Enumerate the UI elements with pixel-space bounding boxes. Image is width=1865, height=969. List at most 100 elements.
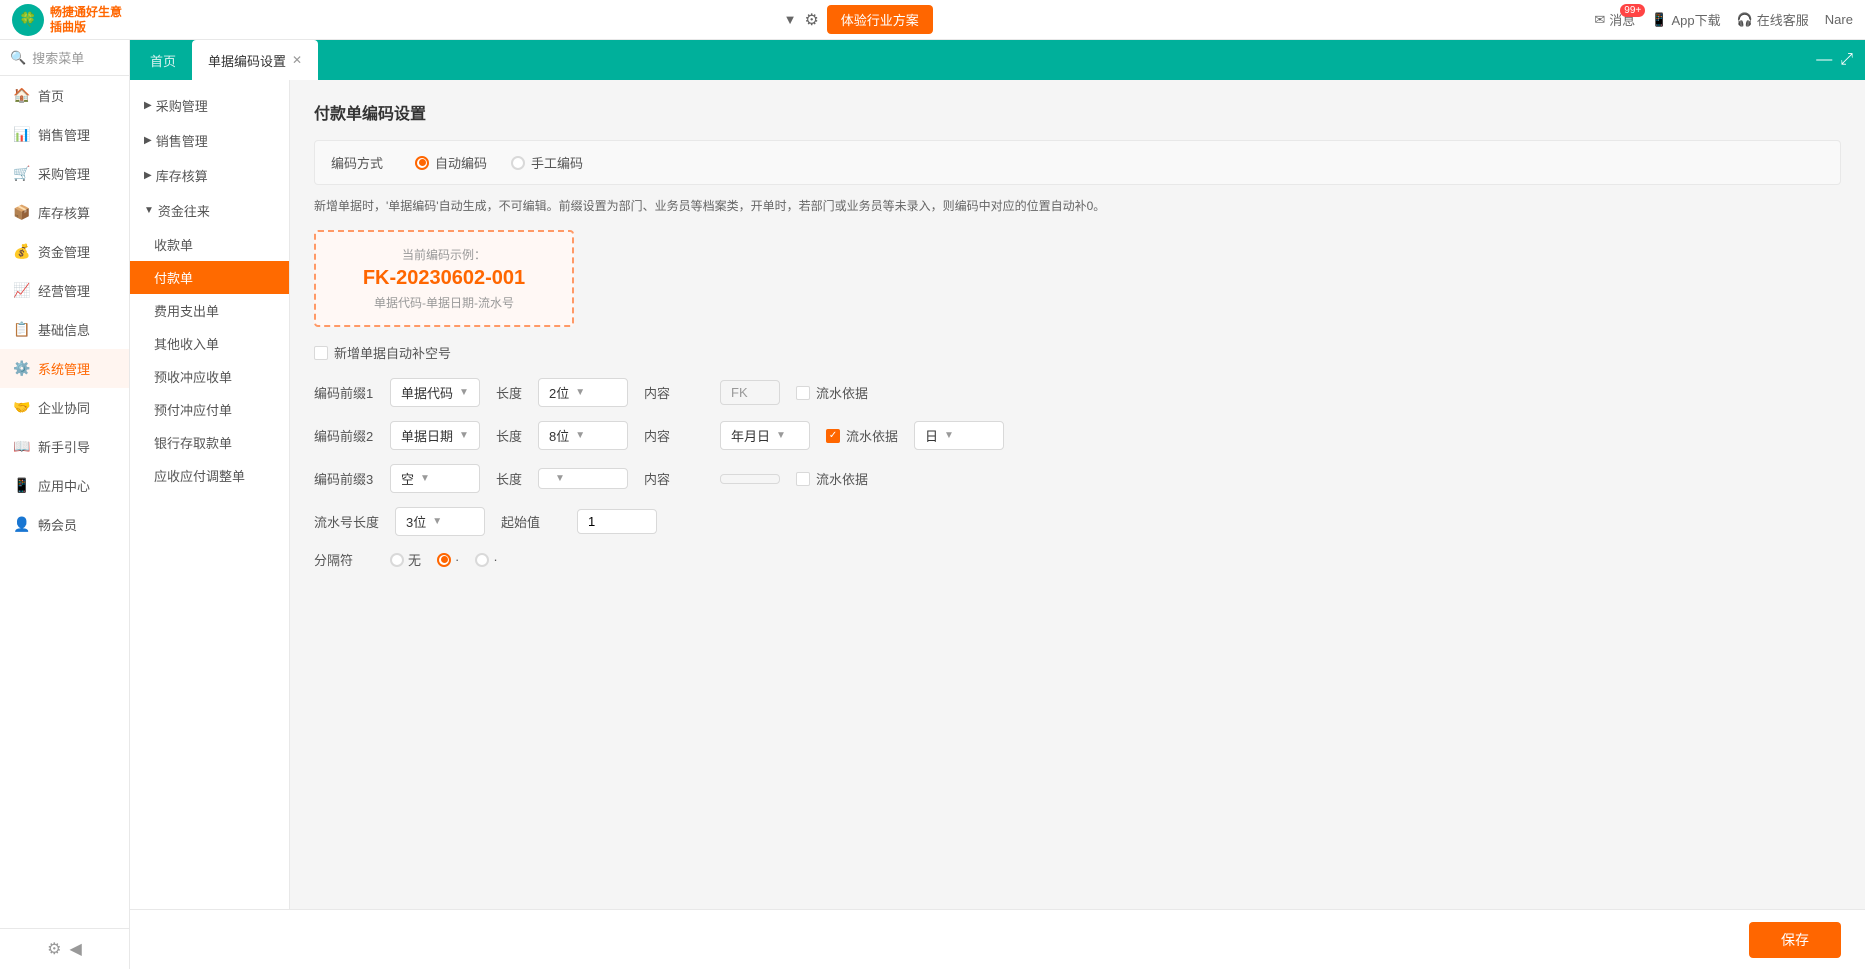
sidebar-item-member[interactable]: 👤 畅会员 [0,505,129,544]
serial-length-select[interactable]: 3位 ▼ [395,507,485,536]
sidebar-item-enterprise[interactable]: 🤝 企业协同 [0,388,129,427]
auto-fill-checkbox[interactable] [314,346,328,360]
tab-home[interactable]: 首页 [134,40,192,80]
prefix-3-stream-checkbox[interactable]: 流水依据 [796,469,868,488]
prefix-2-stream-checkbox[interactable]: ✓ 流水依据 [826,426,898,445]
prefix-3-length-select[interactable]: ▼ [538,468,628,489]
sub-item-adjustment[interactable]: 应收应付调整单 [130,459,289,492]
guide-icon: 📖 [14,439,30,455]
tab-minimize-icon[interactable]: — [1816,51,1832,69]
sub-item-bank[interactable]: 银行存取款单 [130,426,289,459]
sidebar-item-inventory[interactable]: 📦 库存核算 [0,193,129,232]
prefix-1-select[interactable]: 单据代码 ▼ [390,378,480,407]
start-value-input[interactable] [577,509,657,534]
user-avatar[interactable]: Nare [1825,12,1853,27]
prefix-1-length-select[interactable]: 2位 ▼ [538,378,628,407]
member-icon: 👤 [14,517,30,533]
radio-manual-indicator [511,156,525,170]
sep-dot1-radio[interactable]: · [437,552,459,567]
prefix-1-stream-checkbox-indicator [796,386,810,400]
radio-manual[interactable]: 手工编码 [511,153,583,172]
preview-desc: 单据代码-单据日期-流水号 [336,294,552,311]
sidebar-item-home[interactable]: 🏠 首页 [0,76,129,115]
tab-bar-actions: — ⤢ [1816,51,1861,69]
sep-dot1-indicator [437,553,451,567]
save-button[interactable]: 保存 [1749,922,1841,958]
sep-dot2-radio[interactable]: · [475,552,497,567]
sidebar-item-system[interactable]: ⚙️ 系统管理 [0,349,129,388]
prefix-3-content-input [720,474,780,484]
sub-item-prepay-payable[interactable]: 预付冲应付单 [130,393,289,426]
prefix-1-label: 编码前缀1 [314,383,374,402]
sub-group-purchase: ▶ 采购管理 [130,88,289,123]
sidebar-item-guide[interactable]: 📖 新手引导 [0,427,129,466]
sub-item-other-income[interactable]: 其他收入单 [130,327,289,360]
bottom-bar: 保存 [130,909,1865,969]
sidebar-item-finance[interactable]: 💰 资金管理 [0,232,129,271]
prefix-2-stream-unit-select[interactable]: 日 ▼ [914,421,1004,450]
sub-item-expense[interactable]: 费用支出单 [130,294,289,327]
page-title: 付款单编码设置 [314,100,1841,124]
prefix-1-content-input: FK [720,380,780,405]
serial-row: 流水号长度 3位 ▼ 起始值 [314,507,1841,536]
sub-item-prepay-receivable[interactable]: 预收冲应收单 [130,360,289,393]
tab-area: 首页 单据编码设置 ✕ — ⤢ ▶ 采购管理 [130,40,1865,969]
sub-group-inventory-title[interactable]: ▶ 库存核算 [130,158,289,193]
prefix-3-length-label: 长度 [496,469,522,488]
prefix-2-content-select[interactable]: 年月日 ▼ [720,421,810,450]
sub-item-receipt[interactable]: 收款单 [130,228,289,261]
main-layout: 🔍 搜索菜单 🏠 首页 📊 销售管理 🛒 采购管理 📦 库存核算 💰 资金管理 … [0,40,1865,969]
auto-fill-row[interactable]: 新增单据自动补空号 [314,343,1841,362]
prefix-3-label: 编码前缀3 [314,469,374,488]
sep-none-radio[interactable]: 无 [390,550,421,569]
prefix-2-length-label: 长度 [496,426,522,445]
nav-dropdown[interactable]: ▼ [784,12,797,27]
trial-button[interactable]: 体验行业方案 [827,5,933,34]
sidebar-item-sales[interactable]: 📊 销售管理 [0,115,129,154]
prefix-1-content-label: 内容 [644,383,704,402]
sub-group-capital: ▼ 资金往来 收款单 付款单 费用支出单 其他收入单 预收冲应收单 预付冲应付单… [130,193,289,492]
collapse-icon[interactable]: ◀ [70,939,82,959]
separator-radio-group: 无 · · [390,550,498,569]
preview-label: 当前编码示例： [336,246,552,263]
prefix-row-3: 编码前缀3 空 ▼ 长度 ▼ 内容 [314,464,1841,493]
prefix-3-select[interactable]: 空 ▼ [390,464,480,493]
prefix-2-length-select[interactable]: 8位 ▼ [538,421,628,450]
radio-auto[interactable]: 自动编码 [415,153,487,172]
sub-group-sales: ▶ 销售管理 [130,123,289,158]
sidebar-item-basic[interactable]: 📋 基础信息 [0,310,129,349]
sep-dot2-indicator [475,553,489,567]
settings-icon[interactable]: ⚙ [804,10,818,30]
logo-icon: 🍀 [12,4,44,36]
message-button[interactable]: ✉ 消息 99+ [1594,10,1635,29]
sidebar-search[interactable]: 🔍 搜索菜单 [0,40,129,76]
prefix-1-stream-checkbox[interactable]: 流水依据 [796,383,868,402]
tab-close-button[interactable]: ✕ [292,53,302,67]
sidebar-bottom: ⚙ ◀ [0,928,129,969]
basic-icon: 📋 [14,322,30,338]
operations-icon: 📈 [14,283,30,299]
sub-group-capital-title[interactable]: ▼ 资金往来 [130,193,289,228]
app-download-button[interactable]: 📱 App下载 [1651,10,1720,29]
tab-bar: 首页 单据编码设置 ✕ — ⤢ [130,40,1865,80]
sub-group-inventory: ▶ 库存核算 [130,158,289,193]
sidebar-item-purchase[interactable]: 🛒 采购管理 [0,154,129,193]
online-service-button[interactable]: 🎧 在线客服 [1737,10,1809,29]
sub-item-payment[interactable]: 付款单 [130,261,289,294]
prefix-3-stream-checkbox-indicator [796,472,810,486]
system-icon: ⚙️ [14,361,30,377]
sidebar-item-apps[interactable]: 📱 应用中心 [0,466,129,505]
top-bar: 🍀 畅捷通好生意 插曲版 ▼ ⚙ 体验行业方案 ✉ 消息 99+ 📱 App下载… [0,0,1865,40]
sidebar-item-operations[interactable]: 📈 经营管理 [0,271,129,310]
sub-group-purchase-title[interactable]: ▶ 采购管理 [130,88,289,123]
prefix-2-stream-checkbox-indicator: ✓ [826,429,840,443]
prefix-2-select[interactable]: 单据日期 ▼ [390,421,480,450]
logo: 🍀 畅捷通好生意 插曲版 [12,4,122,36]
tab-encoding[interactable]: 单据编码设置 ✕ [192,40,318,80]
settings-bottom-icon[interactable]: ⚙ [47,939,61,959]
enterprise-icon: 🤝 [14,400,30,416]
top-bar-left: 🍀 畅捷通好生意 插曲版 [12,4,122,36]
prefix-row-1: 编码前缀1 单据代码 ▼ 长度 2位 ▼ 内容 FK [314,378,1841,407]
sub-group-sales-title[interactable]: ▶ 销售管理 [130,123,289,158]
tab-expand-icon[interactable]: ⤢ [1840,51,1853,69]
